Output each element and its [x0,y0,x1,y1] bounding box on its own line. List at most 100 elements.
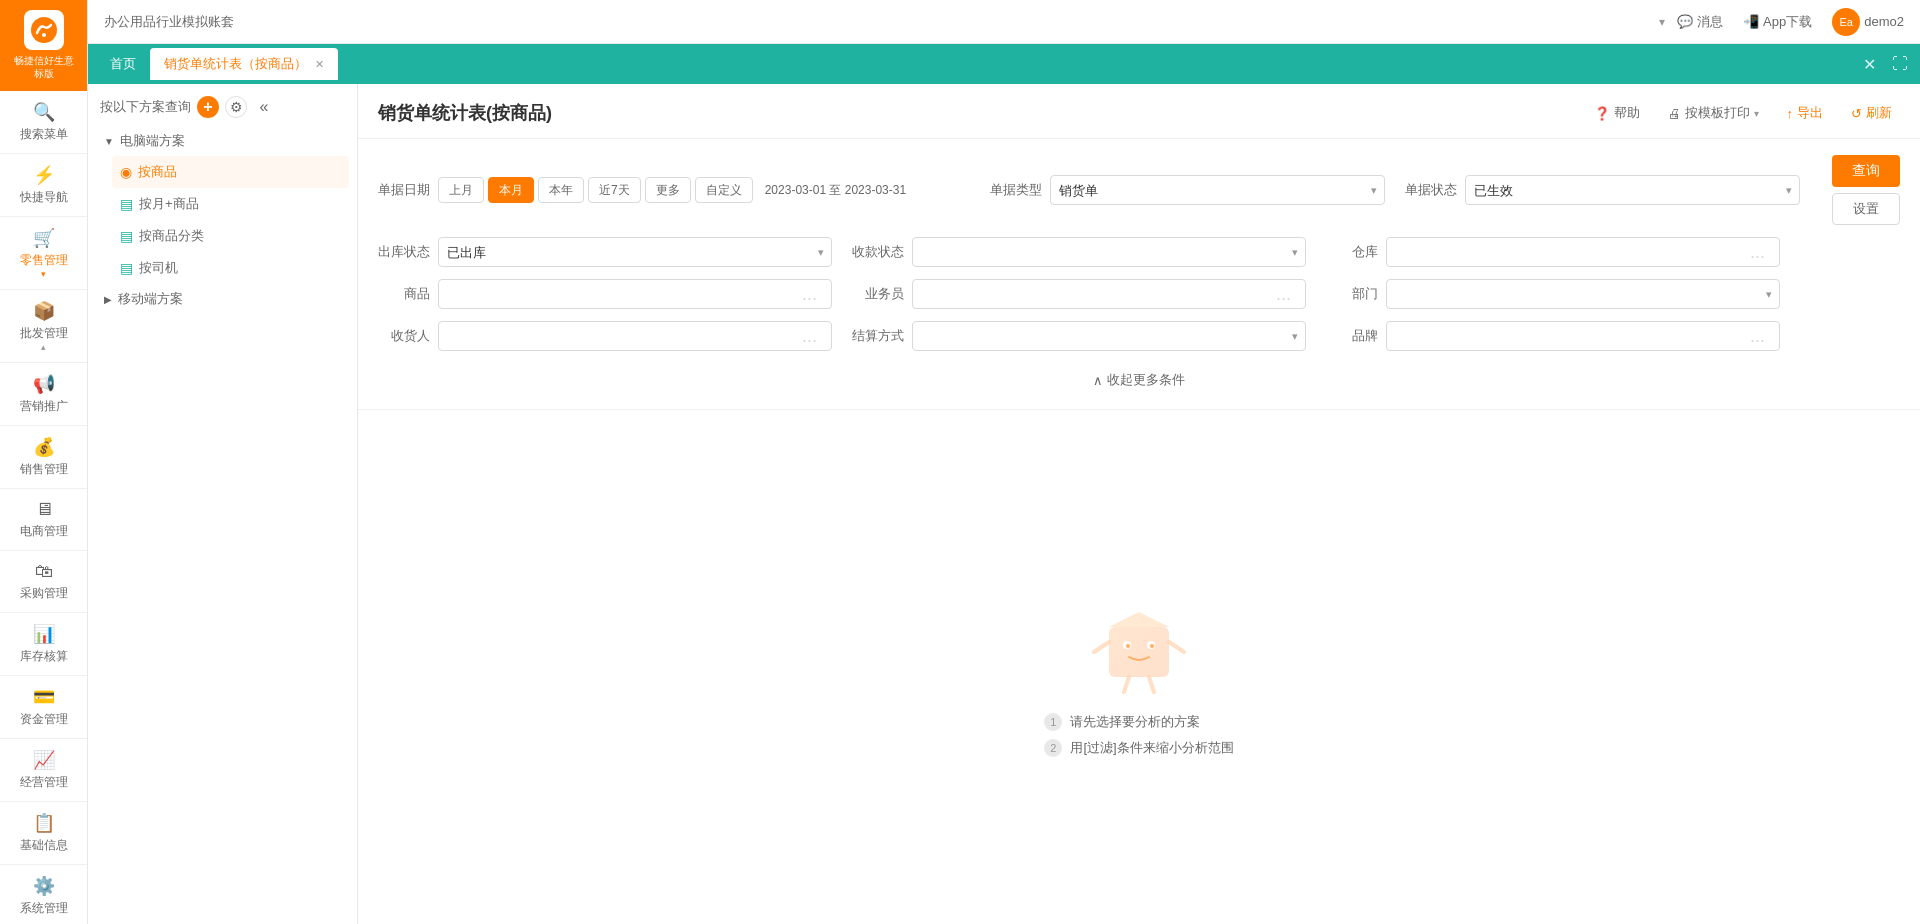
export-btn[interactable]: ↑ 导出 [1779,100,1832,126]
receiver-label: 收货人 [378,327,438,345]
wholesale-icon: 📦 [33,300,55,322]
tree-child-by-category[interactable]: ▤ 按商品分类 [112,220,349,252]
tree-desktop-parent[interactable]: ▼ 电脑端方案 [96,126,349,156]
filter-row-4: 收货人 ... 结算方式 [378,321,1900,351]
docstatus-select[interactable]: 已生效 [1465,175,1800,205]
date-range: 2023-03-01 至 2023-03-31 [765,182,906,199]
date-btn-this-month[interactable]: 本月 [488,177,534,203]
sidebar-item-wholesale[interactable]: 📦 批发管理 ▴ [0,290,87,363]
help-btn[interactable]: ❓ 帮助 [1586,100,1648,126]
salesperson-input[interactable]: ... [912,279,1306,309]
print-btn[interactable]: 🖨 按模板打印 ▾ [1660,100,1767,126]
maximize-icon[interactable]: ⛶ [1888,53,1912,75]
collapse-panel-btn[interactable]: « [253,96,275,118]
svg-point-0 [31,17,57,43]
svg-line-9 [1124,677,1129,692]
date-btn-7days[interactable]: 近7天 [588,177,641,203]
add-scheme-btn[interactable]: + [197,96,219,118]
sidebar-item-sales[interactable]: 💰 销售管理 [0,426,87,489]
payment-select[interactable] [912,237,1306,267]
tree-child-by-cashier[interactable]: ▤ 按司机 [112,252,349,284]
topbar: 办公用品行业模拟账套 ▾ 💬 消息 📲 App下载 Ea demo2 [88,0,1920,44]
sidebar-item-marketing[interactable]: 📢 营销推广 [0,363,87,426]
main-area: 办公用品行业模拟账套 ▾ 💬 消息 📲 App下载 Ea demo2 首页 [88,0,1920,924]
tree-child-by-product[interactable]: ◉ 按商品 [112,156,349,188]
sidebar-item-quicknav[interactable]: ⚡ 快捷导航 [0,154,87,217]
product-label: 商品 [378,285,438,303]
doctype-select[interactable]: 销货单 [1050,175,1385,205]
sidebar-item-basic[interactable]: 📋 基础信息 [0,802,87,865]
receiver-input[interactable]: ... [438,321,832,351]
sidebar-item-retail[interactable]: 🛒 零售管理 ▾ [0,217,87,290]
filter-outstatus-col: 出库状态 已出库 [378,237,852,267]
empty-tips: 1 请先选择要分析的方案 2 用[过滤]条件来缩小分析范围 [1044,713,1233,757]
settlement-select[interactable] [912,321,1306,351]
filter-docstatus-col: 单据状态 已生效 [1405,175,1820,205]
system-icon: ⚙️ [33,875,55,897]
outstatus-select[interactable]: 已出库 [438,237,832,267]
stats-tab-label: 销货单统计表（按商品） [164,55,307,73]
receiver-dots-icon[interactable]: ... [798,326,821,347]
export-icon: ↑ [1787,106,1794,121]
svg-point-6 [1150,644,1154,648]
workspace-arrow[interactable]: ▾ [1659,15,1665,29]
sidebar-item-finance[interactable]: 💳 资金管理 [0,676,87,739]
docstatus-label: 单据状态 [1405,181,1465,199]
tree-child-by-month[interactable]: ▤ 按月+商品 [112,188,349,220]
query-buttons: 查询 设置 [1832,155,1900,225]
tab-close-icon[interactable]: ✕ [315,58,324,71]
settings-scheme-btn[interactable]: ⚙ [225,96,247,118]
date-btn-this-year[interactable]: 本年 [538,177,584,203]
date-group: 上月 本月 本年 近7天 更多 自定义 2023-03-01 至 2023-03… [438,177,970,203]
doctype-select-wrapper: 销货单 [1050,175,1385,205]
empty-tip-2: 2 用[过滤]条件来缩小分析范围 [1044,739,1233,757]
refresh-btn[interactable]: ↺ 刷新 [1843,100,1900,126]
tree-mobile-parent[interactable]: ▶ 移动端方案 [96,284,349,314]
settlement-label: 结算方式 [852,327,912,345]
finance-icon: 💳 [33,686,55,708]
sidebar-item-operations[interactable]: 📈 经营管理 [0,739,87,802]
tab-stats[interactable]: 销货单统计表（按商品） ✕ [150,48,338,80]
by-product-icon: ◉ [120,164,132,180]
sidebar-item-search[interactable]: 🔍 搜索菜单 [0,91,87,154]
date-btn-more[interactable]: 更多 [645,177,691,203]
message-btn[interactable]: 💬 消息 [1677,13,1723,31]
filter-salesperson-col: 业务员 ... [852,279,1326,309]
close-window-icon[interactable]: ✕ [1859,53,1880,76]
home-tab-label: 首页 [110,55,136,73]
collapse-bar[interactable]: ∧ 收起更多条件 [378,363,1900,393]
query-btn[interactable]: 查询 [1832,155,1900,187]
tab-home[interactable]: 首页 [96,48,150,80]
brand-input[interactable]: ... [1386,321,1780,351]
salesperson-dots-icon[interactable]: ... [1272,284,1295,305]
date-btn-last-month[interactable]: 上月 [438,177,484,203]
product-dots-icon[interactable]: ... [798,284,821,305]
sidebar-item-ecom[interactable]: 🖥 电商管理 [0,489,87,551]
department-select[interactable] [1386,279,1780,309]
user-area[interactable]: Ea demo2 [1832,8,1904,36]
filter-date-col: 单据日期 上月 本月 本年 近7天 更多 自定义 2023-03-01 至 20… [378,177,990,203]
date-btn-custom[interactable]: 自定义 [695,177,753,203]
product-input[interactable]: ... [438,279,832,309]
sidebar-item-system[interactable]: ⚙️ 系统管理 [0,865,87,924]
sidebar-item-purchase[interactable]: 🛍 采购管理 [0,551,87,613]
warehouse-input[interactable]: ... [1386,237,1780,267]
chevron-up-icon: ∧ [1093,373,1103,388]
brand-label: 品牌 [1326,327,1386,345]
settings-btn[interactable]: 设置 [1832,193,1900,225]
svg-line-8 [1169,642,1184,652]
purchase-icon: 🛍 [35,561,53,582]
marketing-icon: 📢 [33,373,55,395]
inventory-icon: 📊 [33,623,55,645]
department-select-wrapper [1386,279,1780,309]
download-icon: 📲 [1743,14,1759,29]
warehouse-dots-icon[interactable]: ... [1746,242,1769,263]
docstatus-select-wrapper: 已生效 [1465,175,1800,205]
download-btn[interactable]: 📲 App下载 [1743,13,1812,31]
topbar-actions: 💬 消息 📲 App下载 Ea demo2 [1677,8,1904,36]
sidebar-item-inventory[interactable]: 📊 库存核算 [0,613,87,676]
tree-arrow-down-icon: ▼ [104,136,114,147]
brand-dots-icon[interactable]: ... [1746,326,1769,347]
filter-warehouse-col: 仓库 ... [1326,237,1800,267]
left-panel: 按以下方案查询 + ⚙ « ▼ 电脑端方案 ◉ 按商品 ▤ [88,84,358,924]
